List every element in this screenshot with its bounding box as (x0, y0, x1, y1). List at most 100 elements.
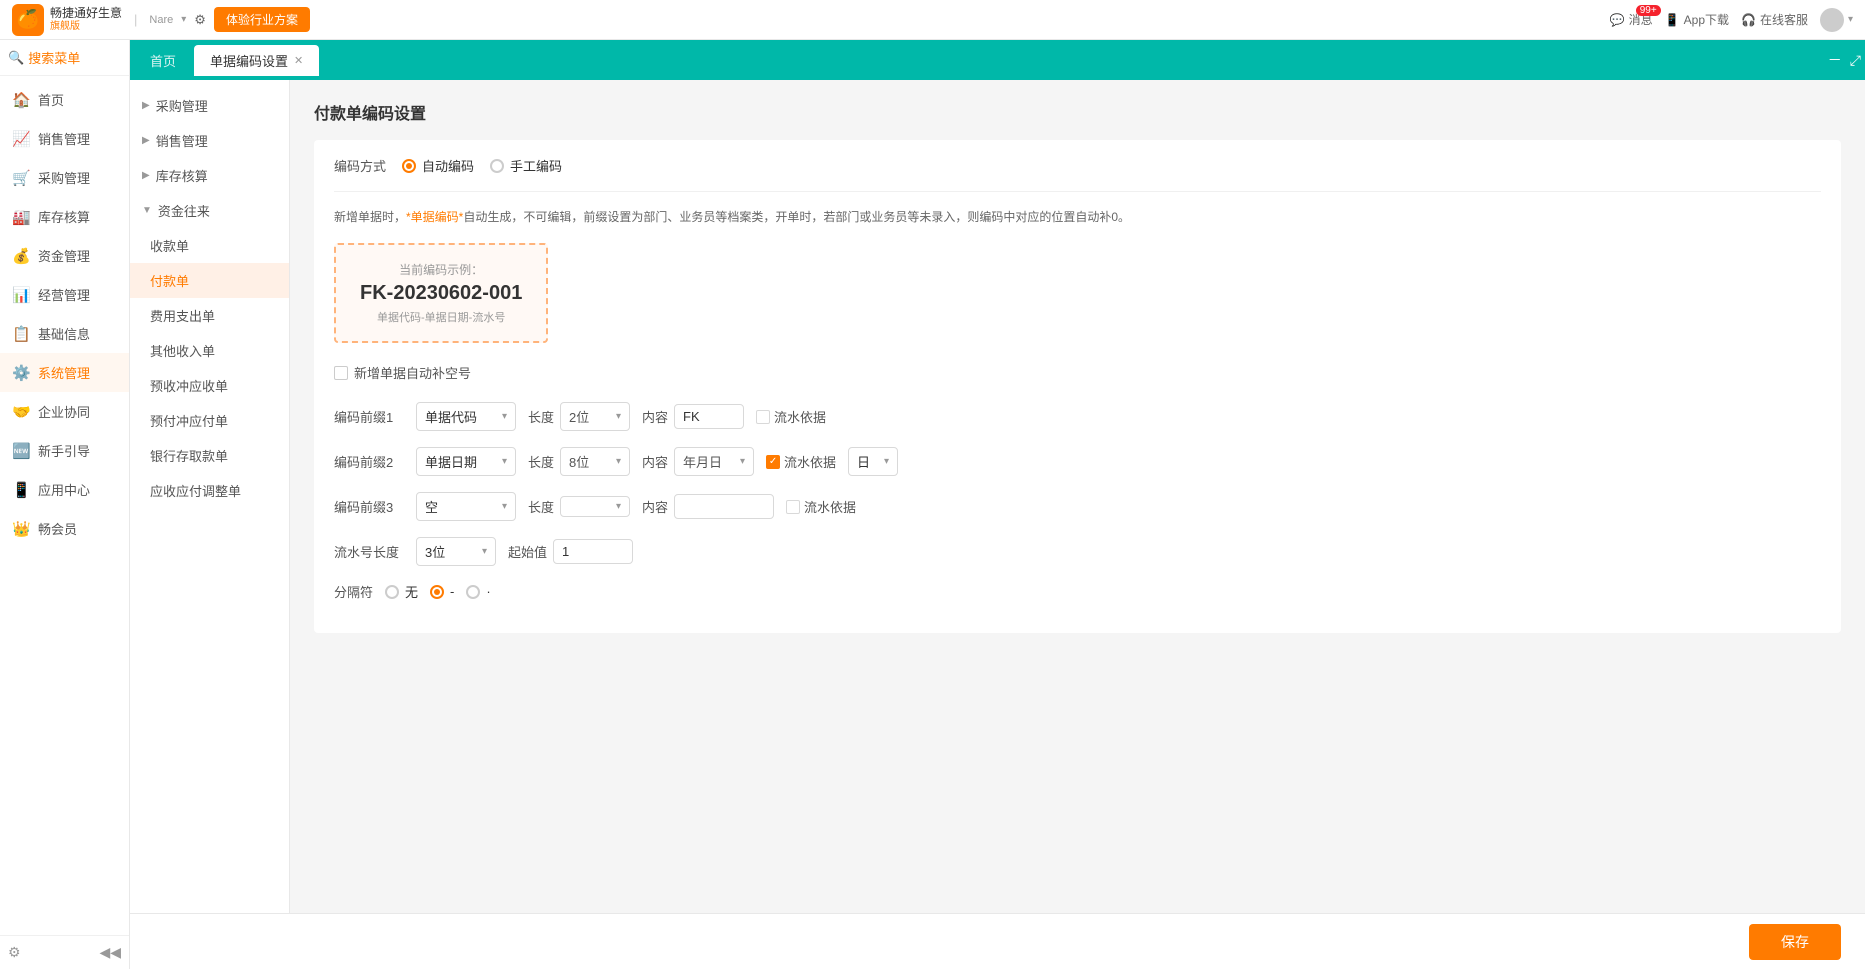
prefix2-len-select[interactable]: 8位 ▾ (560, 447, 630, 476)
user-profile[interactable]: ▾ (1820, 8, 1853, 32)
radio-auto-encode[interactable]: 自动编码 (402, 156, 474, 175)
top-bar: 🍊 畅捷通好生意 旗舰版 | Nare ▾ ⚙ 体验行业方案 💬 消息 99+ … (0, 0, 1865, 40)
sub-menu-group-sales: ▶ 销售管理 (130, 123, 289, 158)
prefix3-len-select[interactable]: ▾ (560, 496, 630, 517)
experience-button[interactable]: 体验行业方案 (214, 7, 310, 32)
sub-menu-item-other-income[interactable]: 其他收入单 (130, 333, 289, 368)
sub-menu-item-receipt[interactable]: 收款单 (130, 228, 289, 263)
arrow-right-icon2: ▶ (142, 135, 150, 146)
code-preview-box: 当前编码示例： FK-20230602-001 单据代码-单据日期-流水号 (334, 243, 548, 343)
radio-auto-checked (402, 159, 416, 173)
sidebar-item-basics[interactable]: 📋 基础信息 (0, 314, 129, 353)
sidebar-item-guide[interactable]: 🆕 新手引导 (0, 431, 129, 470)
arrow-down-icon: ▼ (142, 205, 152, 216)
sidebar-collapse-icon[interactable]: ◀◀ (99, 944, 121, 961)
prefix3-content-input[interactable] (674, 494, 774, 519)
prefix1-len-dropdown-icon: ▾ (616, 411, 621, 422)
sidebar-item-member[interactable]: 👑 畅会员 (0, 509, 129, 548)
prefix2-len-field: 长度 8位 ▾ (528, 447, 630, 476)
separator-none-radio[interactable]: 无 (385, 582, 418, 601)
sidebar-item-home[interactable]: 🏠 首页 (0, 80, 129, 119)
sub-menu-group-inventory-header[interactable]: ▶ 库存核算 (130, 158, 289, 193)
sidebar-item-finance[interactable]: 💰 资金管理 (0, 236, 129, 275)
member-icon: 👑 (12, 520, 30, 538)
message-icon: 💬 (1610, 13, 1625, 27)
avatar (1820, 8, 1844, 32)
company-dropdown-icon[interactable]: ▾ (181, 14, 186, 25)
tab-bar: 首页 单据编码设置 ✕ － ⤢ (130, 40, 1865, 80)
info-highlight: *单据编码* (406, 210, 463, 224)
prefix1-row: 编码前缀1 单据代码 ▾ 长度 2位 ▾ (334, 402, 1821, 431)
brand-icon: 🍊 (12, 4, 44, 36)
auto-fill-row: 新增单据自动补空号 (334, 363, 1821, 382)
sidebar-item-apps[interactable]: 📱 应用中心 (0, 470, 129, 509)
prefix2-content-select[interactable]: 年月日 ▾ (674, 447, 754, 476)
prefix1-label: 编码前缀1 (334, 407, 404, 426)
app-download-item[interactable]: 📱 App下载 (1665, 11, 1729, 28)
tab-home[interactable]: 首页 (134, 45, 192, 76)
prefix3-serial-checkbox[interactable]: 流水依据 (786, 497, 856, 516)
search-menu-button[interactable]: 🔍 搜索菜单 (0, 40, 129, 76)
sidebar-item-enterprise[interactable]: 🤝 企业协同 (0, 392, 129, 431)
prefix3-len-field: 长度 ▾ (528, 496, 630, 517)
sub-menu-group-capital-header[interactable]: ▼ 资金往来 (130, 193, 289, 228)
sub-menu-item-expense[interactable]: 费用支出单 (130, 298, 289, 333)
sub-menu-group-purchase-header[interactable]: ▶ 采购管理 (130, 88, 289, 123)
tab-encoding[interactable]: 单据编码设置 ✕ (194, 45, 319, 76)
prefix1-serial-checkbox[interactable]: 流水依据 (756, 407, 826, 426)
messages-badge-item[interactable]: 💬 消息 99+ (1610, 11, 1653, 28)
save-button[interactable]: 保存 (1749, 924, 1841, 960)
sub-menu-item-prepay-recv[interactable]: 预收冲应收单 (130, 368, 289, 403)
settings-icon[interactable]: ⚙ (194, 12, 206, 28)
company-name: Nare (149, 14, 173, 26)
sidebar-item-inventory[interactable]: 🏭 库存核算 (0, 197, 129, 236)
start-value-input[interactable] (553, 539, 633, 564)
prefix2-select[interactable]: 单据日期 ▾ (416, 447, 516, 476)
prefix1-len-field: 长度 2位 ▾ (528, 402, 630, 431)
sub-menu-group-capital: ▼ 资金往来 收款单 付款单 费用支出单 其他收入单 预收冲应收单 预付冲应付单… (130, 193, 289, 508)
encoding-method-row: 编码方式 自动编码 手工编码 (334, 156, 1821, 192)
enterprise-icon: 🤝 (12, 403, 30, 421)
finance-icon: 💰 (12, 247, 30, 265)
tab-close-icon[interactable]: ✕ (294, 54, 303, 67)
sidebar-item-system[interactable]: ⚙️ 系统管理 (0, 353, 129, 392)
prefix3-label: 编码前缀3 (334, 497, 404, 516)
serial-len-label: 流水号长度 (334, 542, 404, 561)
radio-manual-encode[interactable]: 手工编码 (490, 156, 562, 175)
download-icon: 📱 (1665, 13, 1680, 27)
divider-vert: | (134, 12, 137, 27)
separator-row: 分隔符 无 - · (334, 582, 1821, 601)
prefix3-len-dropdown-icon: ▾ (616, 501, 621, 512)
prefix3-select[interactable]: 空 ▾ (416, 492, 516, 521)
separator-none-dot (385, 585, 399, 599)
content-area: ▶ 采购管理 ▶ 销售管理 ▶ 库存核算 (130, 80, 1865, 913)
sidebar-settings-icon[interactable]: ⚙ (8, 944, 21, 961)
separator-dash-radio[interactable]: - (430, 584, 454, 599)
sidebar-item-sales[interactable]: 📈 销售管理 (0, 119, 129, 158)
tab-expand-icon[interactable]: ⤢ (1850, 52, 1861, 69)
prefix2-len-dropdown-icon: ▾ (616, 456, 621, 467)
prefix2-content-field: 内容 年月日 ▾ (642, 447, 754, 476)
prefix2-serial-unit-select[interactable]: 日 ▾ (848, 447, 898, 476)
sub-menu-item-bank[interactable]: 银行存取款单 (130, 438, 289, 473)
sub-menu-item-prepay-pay[interactable]: 预付冲应付单 (130, 403, 289, 438)
radio-group-encoding: 自动编码 手工编码 (402, 156, 562, 175)
prefix1-len-select[interactable]: 2位 ▾ (560, 402, 630, 431)
online-service-item[interactable]: 🎧 在线客服 (1741, 11, 1808, 28)
separator-dot-radio[interactable]: · (466, 584, 490, 599)
serial-len-select[interactable]: 3位 ▾ (416, 537, 496, 566)
prefix1-dropdown-icon: ▾ (502, 411, 507, 422)
sidebar: 🔍 搜索菜单 🏠 首页 📈 销售管理 🛒 采购管理 🏭 库存核算 💰 (0, 40, 130, 969)
prefix1-select[interactable]: 单据代码 ▾ (416, 402, 516, 431)
sidebar-item-purchase[interactable]: 🛒 采购管理 (0, 158, 129, 197)
sub-menu-item-ap-adjust[interactable]: 应收应付调整单 (130, 473, 289, 508)
tab-minimize-icon[interactable]: － (1828, 50, 1842, 70)
sidebar-item-operations[interactable]: 📊 经营管理 (0, 275, 129, 314)
prefix1-content-input[interactable] (674, 404, 744, 429)
home-icon: 🏠 (12, 91, 30, 109)
prefix2-serial-checkbox[interactable]: ✓ 流水依据 (766, 452, 836, 471)
prefix3-dropdown-icon: ▾ (502, 501, 507, 512)
auto-fill-checkbox[interactable] (334, 366, 348, 380)
sub-menu-group-sales-header[interactable]: ▶ 销售管理 (130, 123, 289, 158)
sub-menu-item-payment[interactable]: 付款单 (130, 263, 289, 298)
